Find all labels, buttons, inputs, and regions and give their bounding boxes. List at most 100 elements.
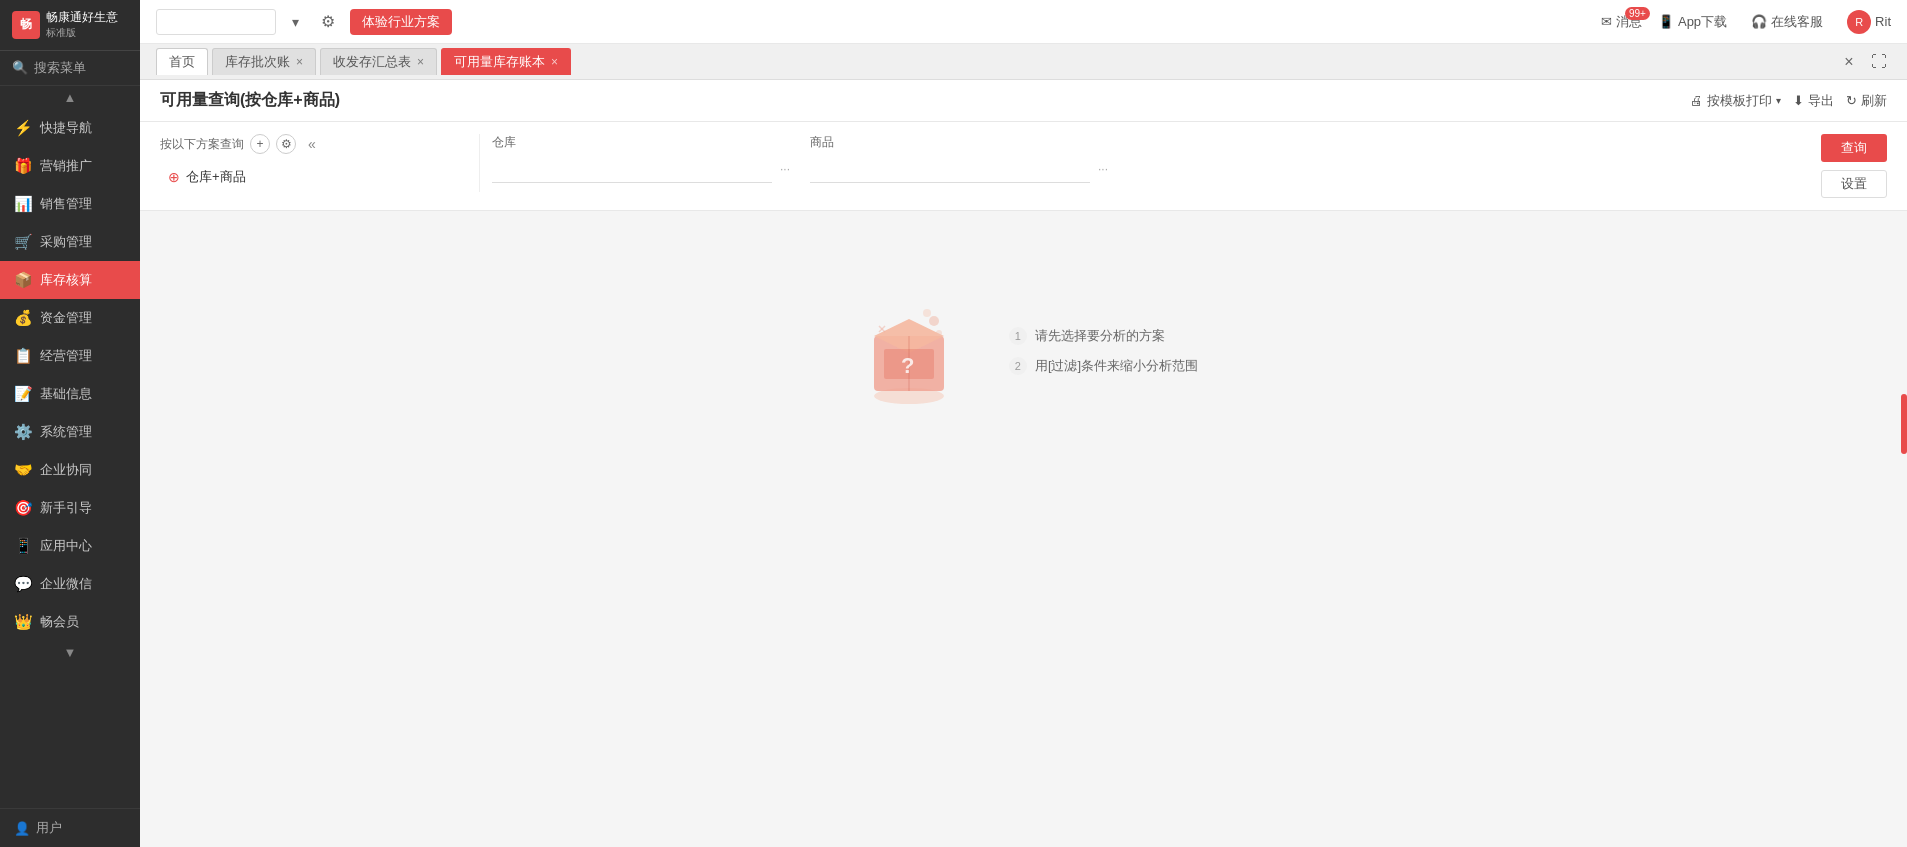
enterprise-icon: 🤝 (14, 461, 32, 479)
sidebar-item-marketing[interactable]: 🎁 营销推广 (0, 147, 140, 185)
tab-stock-summary[interactable]: 收发存汇总表 × (320, 48, 437, 75)
filter-scheme-header: 按以下方案查询 + ⚙ « (160, 134, 467, 154)
trial-btn[interactable]: 体验行业方案 (350, 9, 452, 35)
empty-tip-2: 2 用[过滤]条件来缩小分析范围 (1009, 357, 1198, 375)
empty-state: ? 1 请先选择要分析的方案 2 (140, 211, 1907, 491)
header-gear-btn[interactable]: ⚙ (314, 8, 342, 36)
empty-tips: 1 请先选择要分析的方案 2 用[过滤]条件来缩小分析范围 (1009, 327, 1198, 375)
scroll-up-btn[interactable]: ▲ (0, 86, 140, 109)
tab-batch-account[interactable]: 库存批次账 × (212, 48, 316, 75)
refresh-label: 刷新 (1861, 92, 1887, 110)
tab-home-label: 首页 (169, 53, 195, 71)
quick-nav-icon: ⚡ (14, 119, 32, 137)
svg-text:?: ? (901, 353, 914, 378)
sidebar-item-finance[interactable]: 💰 资金管理 (0, 299, 140, 337)
sidebar-item-quick-nav[interactable]: ⚡ 快捷导航 (0, 109, 140, 147)
app-download-btn[interactable]: 📱 App下载 (1650, 13, 1735, 31)
operation-icon: 📋 (14, 347, 32, 365)
sidebar-item-label: 营销推广 (40, 157, 92, 175)
right-scroll-hint (1901, 394, 1907, 454)
scheme-item-warehouse-product[interactable]: ⊕ 仓库+商品 (160, 162, 467, 192)
tip-num-1: 1 (1009, 327, 1027, 345)
search-label: 搜索菜单 (34, 59, 86, 77)
sidebar-item-purchase[interactable]: 🛒 采购管理 (0, 223, 140, 261)
sidebar-item-member[interactable]: 👑 畅会员 (0, 603, 140, 641)
close-tab-btn[interactable]: × (1837, 50, 1861, 74)
tab-home[interactable]: 首页 (156, 48, 208, 75)
export-btn[interactable]: ⬇ 导出 (1793, 92, 1834, 110)
sidebar-item-label: 库存核算 (40, 271, 92, 289)
top-header: ▾ ⚙ 体验行业方案 ✉ 消息 99+ 📱 App下载 🎧 在线客服 R Rit (140, 0, 1907, 44)
notice-btn[interactable]: ✉ 消息 99+ (1601, 13, 1642, 31)
query-btn[interactable]: 查询 (1821, 134, 1887, 162)
brand-icon: 畅 (12, 11, 40, 39)
sidebar-item-label: 经营管理 (40, 347, 92, 365)
product-more[interactable]: ··· (1094, 160, 1112, 178)
sidebar-item-label: 采购管理 (40, 233, 92, 251)
warehouse-input[interactable] (492, 155, 772, 183)
app-center-icon: 📱 (14, 537, 32, 555)
notice-badge: 99+ (1625, 7, 1650, 20)
sidebar-item-system[interactable]: ⚙️ 系统管理 (0, 413, 140, 451)
service-label: 在线客服 (1771, 13, 1823, 31)
user-menu-btn[interactable]: R Rit (1847, 10, 1891, 34)
export-icon: ⬇ (1793, 93, 1804, 108)
tip-num-2: 2 (1009, 357, 1027, 375)
basic-icon: 📝 (14, 385, 32, 403)
sidebar-search[interactable]: 🔍 搜索菜单 (0, 51, 140, 86)
add-scheme-btn[interactable]: + (250, 134, 270, 154)
warehouse-label: 仓库 (492, 134, 794, 151)
brand-text: 畅康通好生意 标准版 (46, 10, 118, 40)
inventory-icon: 📦 (14, 271, 32, 289)
avatar: R (1847, 10, 1871, 34)
sidebar-item-app-center[interactable]: 📱 应用中心 (0, 527, 140, 565)
scroll-down-btn[interactable]: ▼ (0, 641, 140, 664)
filter-field-product: 商品 ··· (810, 134, 1112, 183)
product-input[interactable] (810, 155, 1090, 183)
tab-stock-summary-close[interactable]: × (417, 55, 424, 69)
scheme-item-label: 仓库+商品 (186, 168, 246, 186)
tab-available-stock[interactable]: 可用量库存账本 × (441, 48, 571, 75)
sidebar-item-basic[interactable]: 📝 基础信息 (0, 375, 140, 413)
svg-point-6 (929, 316, 939, 326)
warehouse-more[interactable]: ··· (776, 160, 794, 178)
sidebar-item-operation[interactable]: 📋 经营管理 (0, 337, 140, 375)
sidebar-item-sales[interactable]: 📊 销售管理 (0, 185, 140, 223)
empty-icon: ? (849, 291, 969, 411)
main-area: ▾ ⚙ 体验行业方案 ✉ 消息 99+ 📱 App下载 🎧 在线客服 R Rit… (140, 0, 1907, 847)
purchase-icon: 🛒 (14, 233, 32, 251)
tab-batch-account-close[interactable]: × (296, 55, 303, 69)
print-dropdown-icon: ▾ (1776, 95, 1781, 106)
sidebar-nav: ▲ ⚡ 快捷导航 🎁 营销推广 📊 销售管理 🛒 采购管理 📦 库存核算 💰 资… (0, 86, 140, 808)
sidebar-item-wechat[interactable]: 💬 企业微信 (0, 565, 140, 603)
print-btn[interactable]: 🖨 按模板打印 ▾ (1690, 92, 1781, 110)
online-service-btn[interactable]: 🎧 在线客服 (1743, 13, 1831, 31)
service-icon: 🎧 (1751, 14, 1767, 29)
fullscreen-btn[interactable]: ⛶ (1867, 50, 1891, 74)
app-label: App下载 (1678, 13, 1727, 31)
edit-scheme-btn[interactable]: ⚙ (276, 134, 296, 154)
header-search-input[interactable] (156, 9, 276, 35)
header-dropdown-btn[interactable]: ▾ (284, 11, 306, 33)
filter-fields: 仓库 ··· 商品 ··· (492, 134, 1809, 183)
sidebar-bottom[interactable]: 👤 用户 (0, 808, 140, 847)
search-icon: 🔍 (12, 60, 28, 75)
tab-available-stock-close[interactable]: × (551, 55, 558, 69)
marketing-icon: 🎁 (14, 157, 32, 175)
tab-bar: 首页 库存批次账 × 收发存汇总表 × 可用量库存账本 × × ⛶ (140, 44, 1907, 80)
collapse-scheme-btn[interactable]: « (302, 134, 322, 154)
sidebar-item-enterprise[interactable]: 🤝 企业协同 (0, 451, 140, 489)
sidebar-item-inventory[interactable]: 📦 库存核算 (0, 261, 140, 299)
refresh-btn[interactable]: ↻ 刷新 (1846, 92, 1887, 110)
sidebar-item-label: 资金管理 (40, 309, 92, 327)
sidebar-item-label: 新手引导 (40, 499, 92, 517)
page-header: 可用量查询(按仓库+商品) 🖨 按模板打印 ▾ ⬇ 导出 ↻ 刷新 (140, 80, 1907, 122)
finance-icon: 💰 (14, 309, 32, 327)
brand-area: 畅 畅康通好生意 标准版 (0, 0, 140, 51)
settings-btn[interactable]: 设置 (1821, 170, 1887, 198)
filter-scheme-panel: 按以下方案查询 + ⚙ « ⊕ 仓库+商品 (160, 134, 480, 192)
empty-tip-1: 1 请先选择要分析的方案 (1009, 327, 1198, 345)
brand-sub: 标准版 (46, 26, 118, 40)
page-title: 可用量查询(按仓库+商品) (160, 90, 340, 111)
sidebar-item-newbie[interactable]: 🎯 新手引导 (0, 489, 140, 527)
